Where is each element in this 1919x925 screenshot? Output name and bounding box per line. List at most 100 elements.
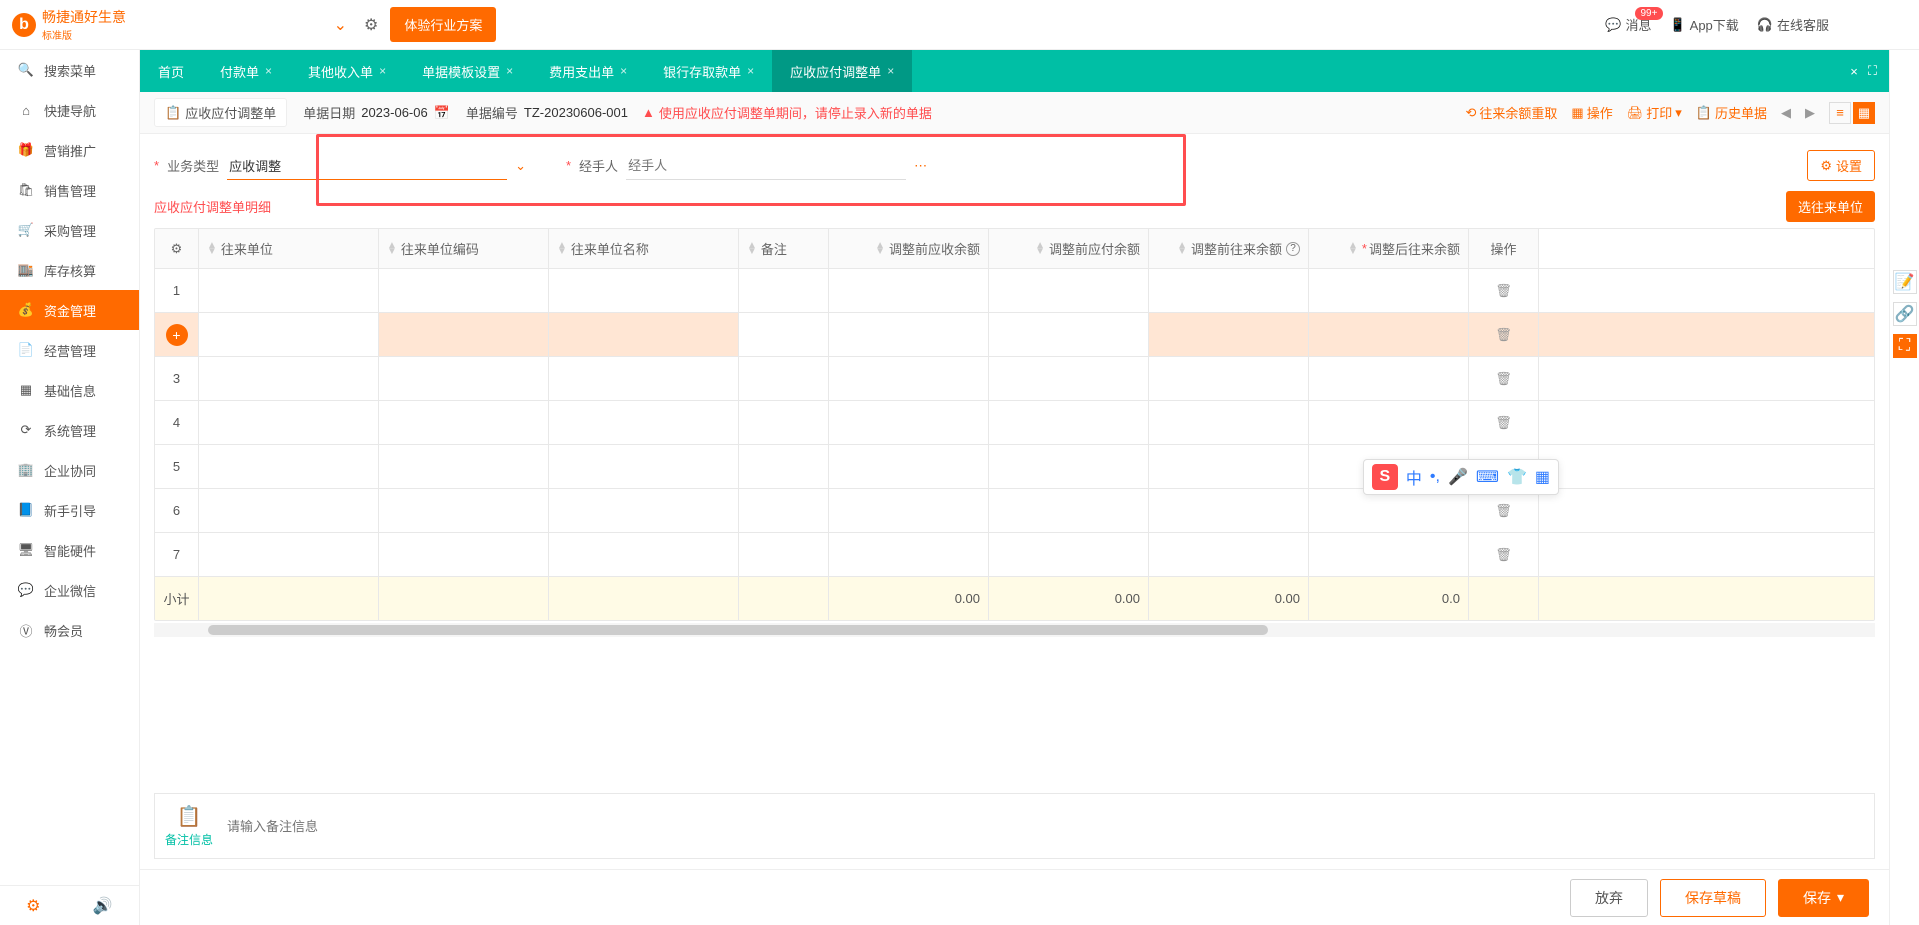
rail-note-icon[interactable]: 📝: [1893, 270, 1917, 294]
th-op: 操作: [1469, 229, 1539, 268]
table-row[interactable]: 4🗑: [155, 400, 1874, 444]
ime-grid-icon[interactable]: ▦: [1535, 467, 1550, 487]
more-icon[interactable]: ⋯: [914, 158, 927, 174]
view-grid-icon[interactable]: ▦: [1853, 102, 1875, 124]
calendar-icon[interactable]: 📅: [434, 105, 450, 121]
info-icon[interactable]: ?: [1286, 242, 1300, 256]
ime-dot-icon[interactable]: •,: [1430, 468, 1440, 486]
handler-input[interactable]: [626, 152, 906, 180]
tab-other-income[interactable]: 其他收入单×: [290, 50, 404, 92]
discard-button[interactable]: 放弃: [1570, 879, 1648, 917]
delete-icon[interactable]: 🗑: [1495, 415, 1512, 431]
sidebar-item-funds[interactable]: 💰资金管理: [0, 290, 139, 330]
th-code[interactable]: ▲▼往来单位编码: [379, 229, 549, 268]
biz-type-select[interactable]: [227, 152, 507, 180]
th-pre-recv[interactable]: ▲▼调整前应收余额: [829, 229, 989, 268]
th-pre-pay[interactable]: ▲▼调整前应付余额: [989, 229, 1149, 268]
collapse-icon[interactable]: ⚙: [26, 896, 40, 916]
reget-balance-button[interactable]: ⟲ 往来余额重取: [1466, 103, 1558, 122]
sidebar-item-search[interactable]: 🔍搜索菜单: [0, 50, 139, 90]
sidebar-item-system[interactable]: ⟳系统管理: [0, 410, 139, 450]
rail-attach-icon[interactable]: 🔗: [1893, 302, 1917, 326]
save-button[interactable]: 保存 ▾: [1778, 879, 1869, 917]
delete-icon[interactable]: 🗑: [1495, 503, 1512, 519]
sidebar-item-sales[interactable]: 🛍销售管理: [0, 170, 139, 210]
sidebar-item-guide[interactable]: 📘新手引导: [0, 490, 139, 530]
tab-payment[interactable]: 付款单×: [202, 50, 290, 92]
tab-home[interactable]: 首页: [140, 50, 202, 92]
ime-mic-icon[interactable]: 🎤: [1448, 467, 1468, 487]
chevron-down-icon[interactable]: ⌄: [515, 158, 526, 174]
ime-keyboard-icon[interactable]: ⌨: [1476, 467, 1499, 487]
tab-template[interactable]: 单据模板设置×: [404, 50, 531, 92]
history-button[interactable]: 📋 历史单据: [1696, 103, 1767, 122]
th-post-bal[interactable]: ▲▼*调整后往来余额: [1309, 229, 1469, 268]
close-icon[interactable]: ×: [265, 64, 272, 78]
close-icon[interactable]: ×: [506, 64, 513, 78]
close-icon[interactable]: ×: [379, 64, 386, 78]
table-row[interactable]: 1🗑: [155, 268, 1874, 312]
prev-icon[interactable]: ◀: [1781, 105, 1791, 121]
th-unit[interactable]: ▲▼往来单位: [199, 229, 379, 268]
sidebar-item-hardware[interactable]: 🖥智能硬件: [0, 530, 139, 570]
close-icon[interactable]: ×: [887, 64, 894, 78]
next-icon[interactable]: ▶: [1805, 105, 1815, 121]
tabs-close-all-icon[interactable]: ×: [1850, 64, 1858, 79]
ime-lang[interactable]: 中: [1406, 465, 1422, 489]
refresh-icon: ⟳: [18, 422, 34, 438]
view-list-icon[interactable]: ≡: [1829, 102, 1851, 124]
ime-widget[interactable]: S 中 •, 🎤 ⌨ 👕 ▦: [1363, 459, 1559, 495]
search-icon: 🔍: [18, 62, 34, 78]
delete-icon[interactable]: 🗑: [1495, 327, 1512, 343]
th-pre-bal[interactable]: ▲▼调整前往来余额?: [1149, 229, 1309, 268]
th-note[interactable]: ▲▼备注: [739, 229, 829, 268]
sidebar-item-operation[interactable]: 📄经营管理: [0, 330, 139, 370]
sidebar-item-quicknav[interactable]: ⌂快捷导航: [0, 90, 139, 130]
messages-link[interactable]: 💬 消息99+: [1605, 15, 1651, 34]
h-scrollbar[interactable]: [154, 623, 1875, 637]
sidebar-item-purchase[interactable]: 🛒采购管理: [0, 210, 139, 250]
gear-icon[interactable]: ⚙: [364, 15, 378, 35]
th-name[interactable]: ▲▼往来单位名称: [549, 229, 739, 268]
tab-bank[interactable]: 银行存取款单×: [645, 50, 772, 92]
sidebar-item-inventory[interactable]: 🏬库存核算: [0, 250, 139, 290]
sound-icon[interactable]: 🔊: [93, 896, 113, 916]
org-dropdown[interactable]: ⌄: [156, 9, 356, 41]
brand-edition: 标准版: [42, 27, 126, 42]
close-icon[interactable]: ×: [747, 64, 754, 78]
fullscreen-icon[interactable]: ⛶: [1868, 63, 1877, 79]
delete-icon[interactable]: 🗑: [1495, 547, 1512, 563]
sidebar-item-collab[interactable]: 🏢企业协同: [0, 450, 139, 490]
support-link[interactable]: 🎧 在线客服: [1757, 15, 1829, 34]
sidebar-item-member[interactable]: Ⓥ畅会员: [0, 610, 139, 650]
tab-expense[interactable]: 费用支出单×: [531, 50, 645, 92]
app-download-link[interactable]: 📱 App下载: [1669, 15, 1738, 34]
close-icon[interactable]: ×: [620, 64, 627, 78]
table-row[interactable]: 6🗑: [155, 488, 1874, 532]
vip-icon: Ⓥ: [18, 622, 34, 638]
monitor-icon: 🖥: [18, 542, 34, 558]
rail-expand-icon[interactable]: ⛶: [1893, 334, 1917, 358]
delete-icon[interactable]: 🗑: [1495, 283, 1512, 299]
delete-icon[interactable]: 🗑: [1495, 371, 1512, 387]
remark-input[interactable]: [227, 819, 1864, 834]
doc-date[interactable]: 2023-06-06: [361, 105, 428, 120]
sidebar-item-basedata[interactable]: ▦基础信息: [0, 370, 139, 410]
ops-button[interactable]: ▦ 操作: [1571, 103, 1612, 122]
add-row-icon[interactable]: +: [166, 324, 188, 346]
print-button[interactable]: 🖨 打印 ▾: [1627, 103, 1682, 122]
table-row[interactable]: 7🗑: [155, 532, 1874, 576]
book-icon: 📘: [18, 502, 34, 518]
settings-button[interactable]: ⚙ 设置: [1807, 150, 1875, 181]
table-row[interactable]: 5🗑: [155, 444, 1874, 488]
sidebar-item-wechat[interactable]: 💬企业微信: [0, 570, 139, 610]
table-row[interactable]: 3🗑: [155, 356, 1874, 400]
save-draft-button[interactable]: 保存草稿: [1660, 879, 1766, 917]
sidebar-item-marketing[interactable]: 🎁营销推广: [0, 130, 139, 170]
trial-button[interactable]: 体验行业方案: [390, 7, 496, 42]
th-gear[interactable]: ⚙: [155, 229, 199, 268]
select-unit-button[interactable]: 选往来单位: [1786, 191, 1875, 222]
tab-adjust[interactable]: 应收应付调整单×: [772, 50, 912, 92]
table-row[interactable]: +🗑: [155, 312, 1874, 356]
ime-shirt-icon[interactable]: 👕: [1507, 467, 1527, 487]
